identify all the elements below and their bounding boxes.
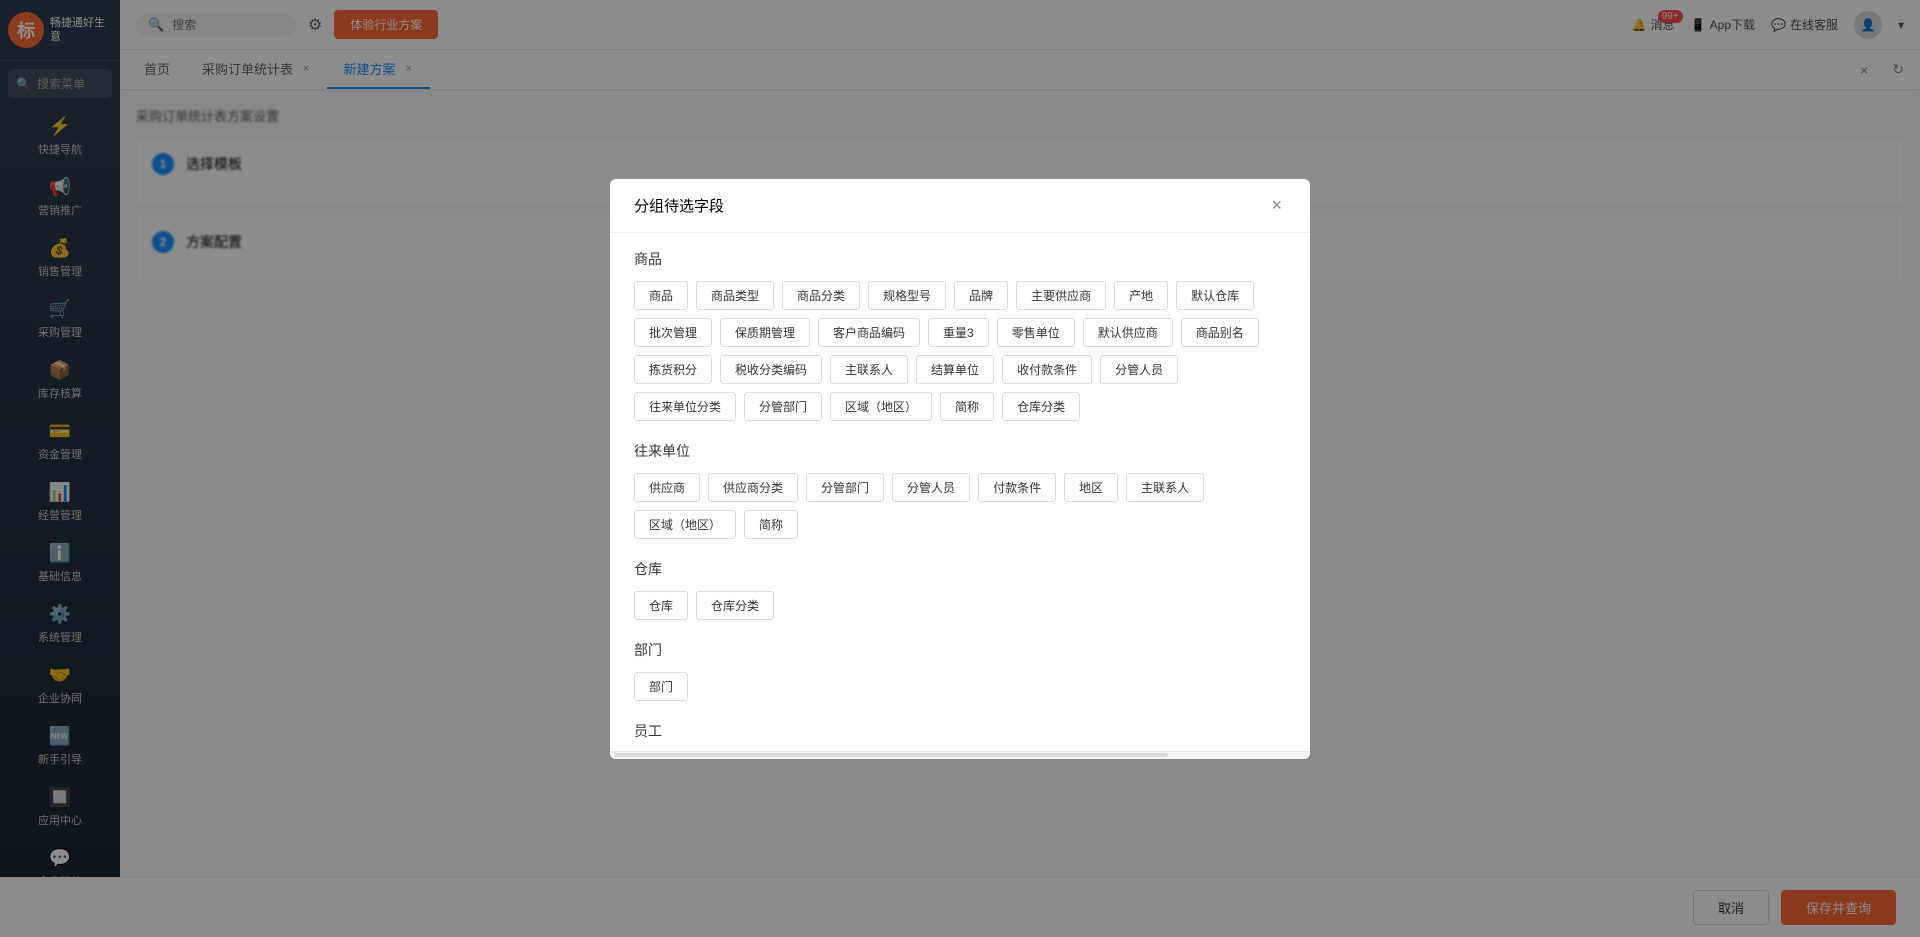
field-tag[interactable]: 主联系人 (1126, 473, 1204, 502)
field-group-title-employee: 员工 (634, 721, 1286, 741)
field-tag[interactable]: 仓库分类 (696, 591, 774, 620)
modal-title: 分组待选字段 (634, 195, 724, 216)
field-tag[interactable]: 主联系人 (830, 355, 908, 384)
field-group-product: 商品商品商品类型商品分类规格型号品牌主要供应商产地默认仓库批次管理保质期管理客户… (634, 249, 1286, 421)
field-tags-department: 部门 (634, 672, 1286, 701)
field-tag[interactable]: 地区 (1064, 473, 1118, 502)
field-tag[interactable]: 保质期管理 (720, 318, 810, 347)
field-group-department: 部门部门 (634, 640, 1286, 701)
field-tag[interactable]: 分管部门 (806, 473, 884, 502)
field-tag[interactable]: 供应商分类 (708, 473, 798, 502)
field-tag[interactable]: 重量3 (928, 318, 989, 347)
field-tag[interactable]: 部门 (634, 672, 688, 701)
modal-overlay: 分组待选字段 × 商品商品商品类型商品分类规格型号品牌主要供应商产地默认仓库批次… (0, 0, 1920, 937)
field-tag[interactable]: 分管部门 (744, 392, 822, 421)
modal-body[interactable]: 商品商品商品类型商品分类规格型号品牌主要供应商产地默认仓库批次管理保质期管理客户… (610, 233, 1310, 751)
field-tag[interactable]: 分管人员 (892, 473, 970, 502)
field-tag[interactable]: 零售单位 (997, 318, 1075, 347)
field-group-warehouse: 仓库仓库仓库分类 (634, 559, 1286, 620)
field-tag[interactable]: 简称 (744, 510, 798, 539)
modal-scroll-track (610, 751, 1310, 759)
field-tag[interactable]: 品牌 (954, 281, 1008, 310)
field-tag[interactable]: 默认供应商 (1083, 318, 1173, 347)
field-tag[interactable]: 主要供应商 (1016, 281, 1106, 310)
field-tag[interactable]: 付款条件 (978, 473, 1056, 502)
field-tag[interactable]: 默认仓库 (1176, 281, 1254, 310)
field-tag[interactable]: 商品类型 (696, 281, 774, 310)
field-tag[interactable]: 分管人员 (1100, 355, 1178, 384)
field-tags-product: 商品商品类型商品分类规格型号品牌主要供应商产地默认仓库批次管理保质期管理客户商品… (634, 281, 1286, 421)
field-tag[interactable]: 收付款条件 (1002, 355, 1092, 384)
field-tag[interactable]: 区域（地区） (634, 510, 736, 539)
field-tag[interactable]: 税收分类编码 (720, 355, 822, 384)
field-tags-warehouse: 仓库仓库分类 (634, 591, 1286, 620)
field-group-employee: 员工业务员 (634, 721, 1286, 751)
field-tag[interactable]: 结算单位 (916, 355, 994, 384)
field-tag[interactable]: 供应商 (634, 473, 700, 502)
modal-scroll-thumb (614, 753, 1168, 757)
field-tag[interactable]: 商品分类 (782, 281, 860, 310)
field-tag[interactable]: 简称 (940, 392, 994, 421)
field-tag[interactable]: 商品别名 (1181, 318, 1259, 347)
modal-header: 分组待选字段 × (610, 179, 1310, 233)
field-tag[interactable]: 拣货积分 (634, 355, 712, 384)
field-tag[interactable]: 产地 (1114, 281, 1168, 310)
field-tag[interactable]: 仓库分类 (1002, 392, 1080, 421)
field-select-modal: 分组待选字段 × 商品商品商品类型商品分类规格型号品牌主要供应商产地默认仓库批次… (610, 179, 1310, 759)
field-tags-partner: 供应商供应商分类分管部门分管人员付款条件地区主联系人区域（地区） 简称 (634, 473, 1286, 539)
field-group-partner: 往来单位供应商供应商分类分管部门分管人员付款条件地区主联系人区域（地区） 简称 (634, 441, 1286, 539)
field-group-title-warehouse: 仓库 (634, 559, 1286, 579)
field-tag[interactable]: 区域（地区） (830, 392, 932, 421)
field-group-title-product: 商品 (634, 249, 1286, 269)
field-tag[interactable]: 客户商品编码 (818, 318, 920, 347)
field-tag[interactable]: 商品 (634, 281, 688, 310)
field-tag[interactable]: 批次管理 (634, 318, 712, 347)
field-tag[interactable]: 规格型号 (868, 281, 946, 310)
modal-close-btn[interactable]: × (1267, 195, 1286, 216)
field-tag[interactable]: 仓库 (634, 591, 688, 620)
field-group-title-partner: 往来单位 (634, 441, 1286, 461)
field-group-title-department: 部门 (634, 640, 1286, 660)
field-tag[interactable]: 往来单位分类 (634, 392, 736, 421)
